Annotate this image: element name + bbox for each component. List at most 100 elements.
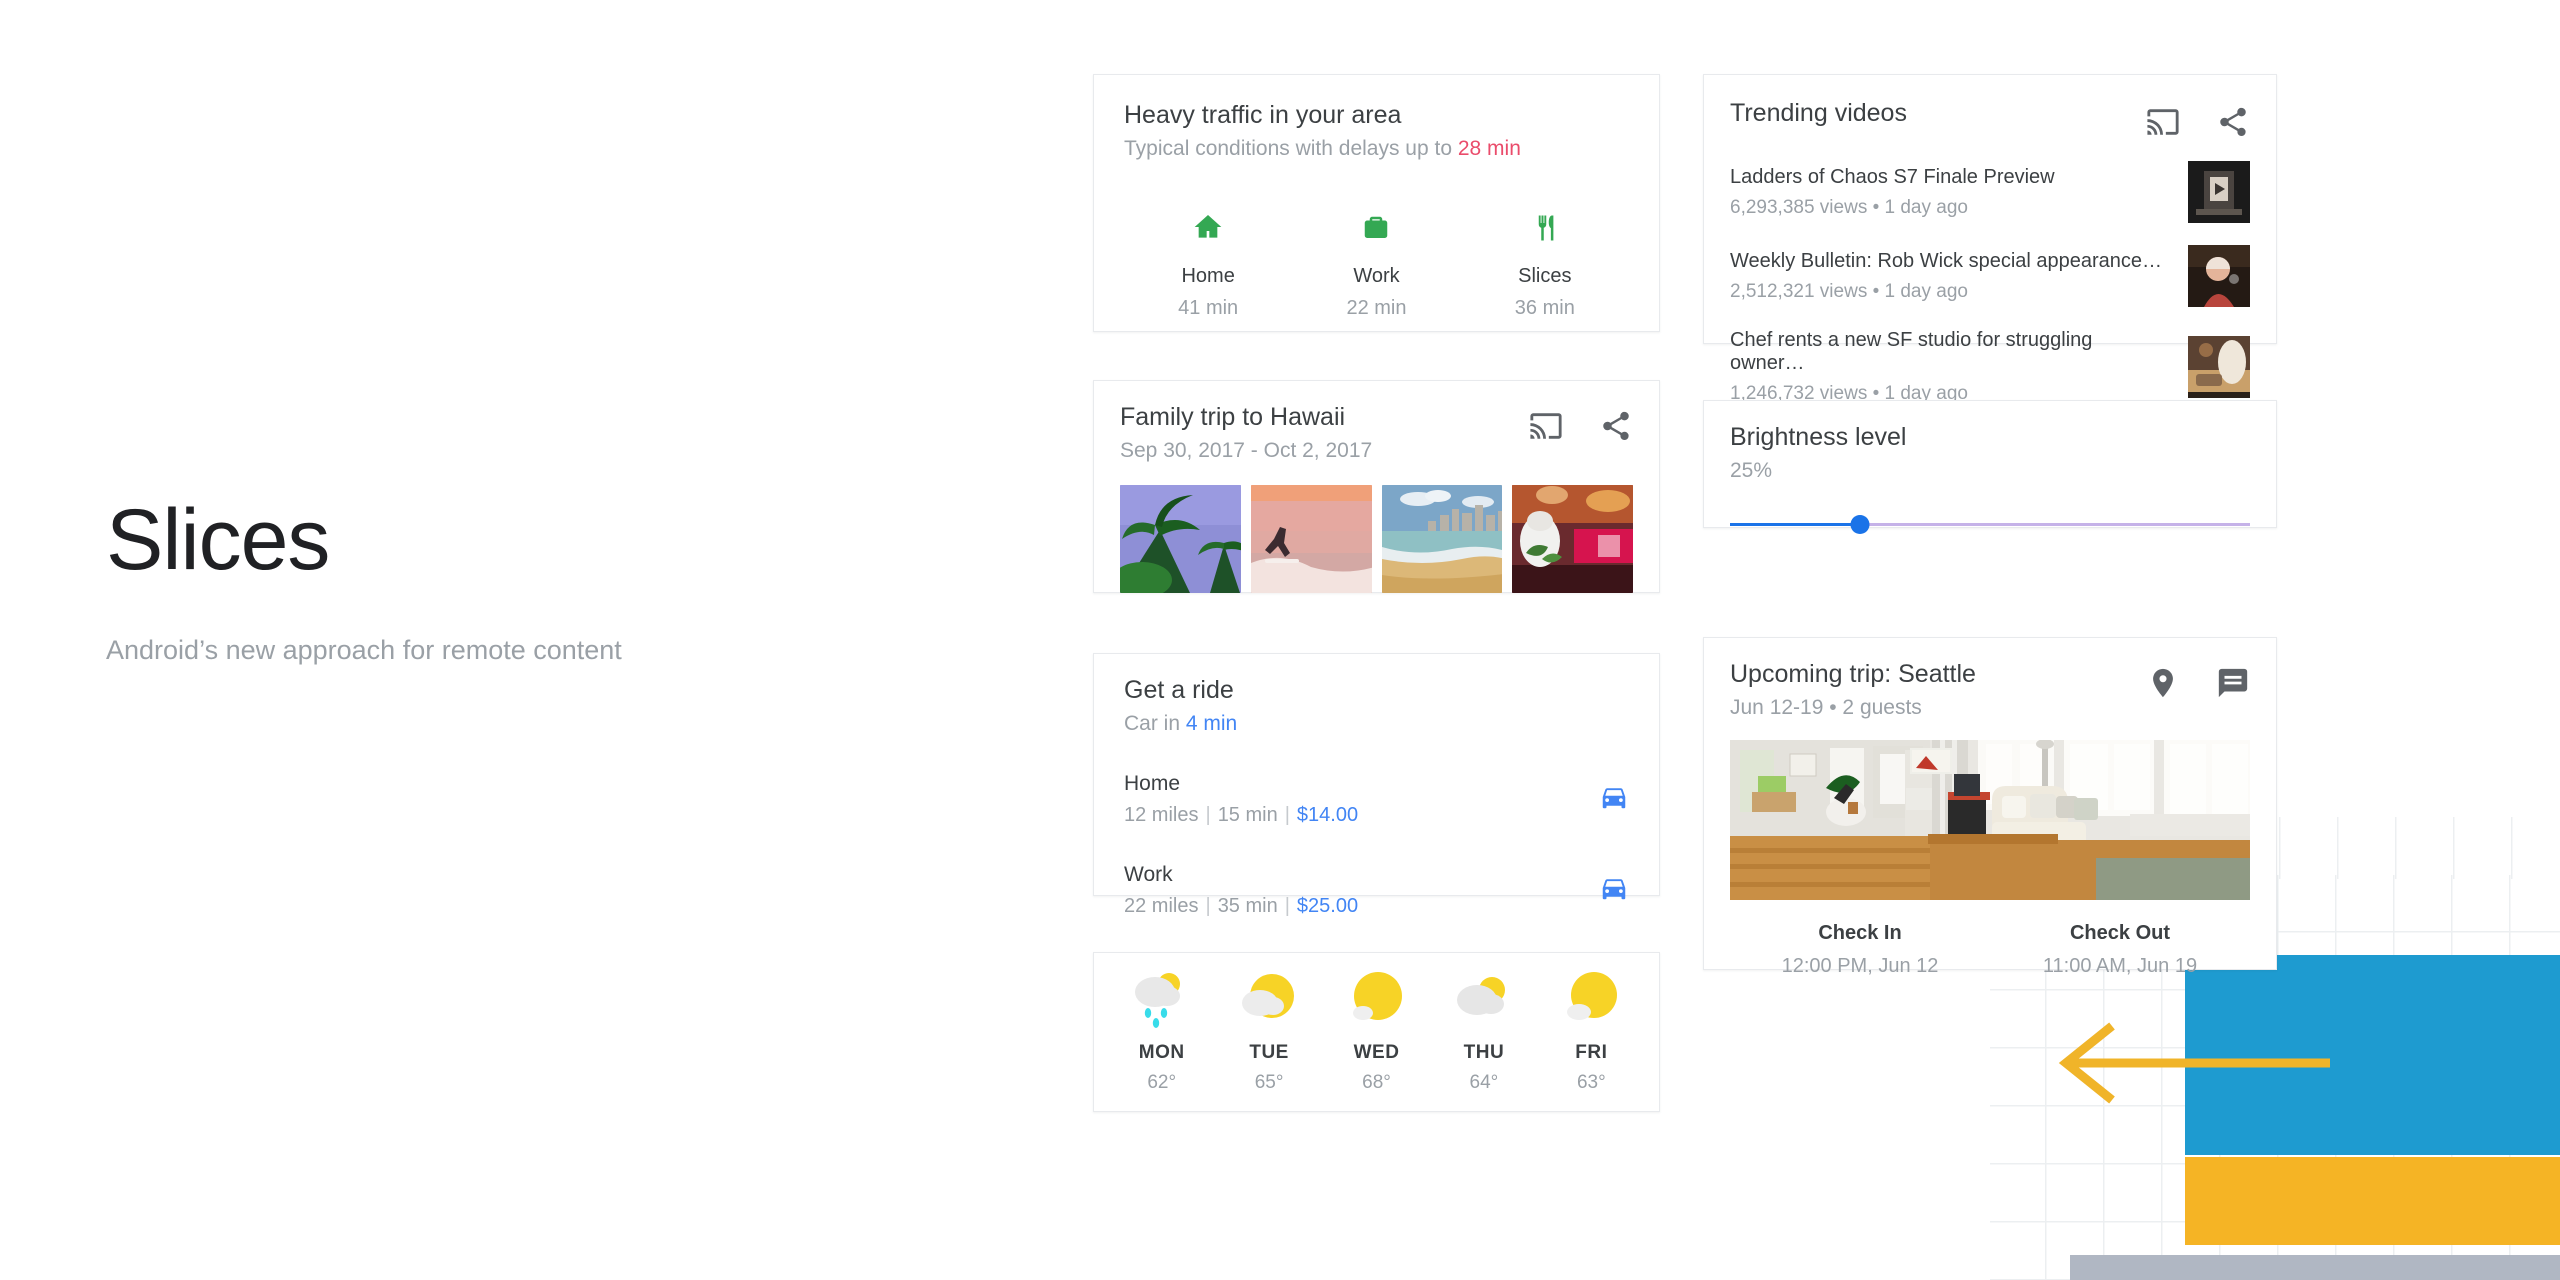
weather-forecast-row: MON 62° TUE 65° WED 68° bbox=[1094, 953, 1659, 1111]
destination-time: 41 min bbox=[1124, 297, 1292, 320]
video-title: Ladders of Chaos S7 Finale Preview bbox=[1730, 166, 2172, 189]
surfer-sunset-photo[interactable] bbox=[1251, 485, 1372, 593]
sun-cloud-icon bbox=[1538, 970, 1645, 1032]
traffic-subtitle-text: Typical conditions with delays up to bbox=[1124, 137, 1458, 160]
weather-day-fri[interactable]: FRI 63° bbox=[1538, 970, 1645, 1094]
yellow-rectangle bbox=[2185, 1157, 2560, 1245]
car-icon[interactable] bbox=[1599, 873, 1629, 908]
divider: | bbox=[1278, 804, 1297, 826]
ride-row-home[interactable]: Home 12 miles|15 min|$14.00 bbox=[1124, 772, 1629, 827]
video-list-item[interactable]: Ladders of Chaos S7 Finale Preview 6,293… bbox=[1730, 161, 2250, 223]
weather-temp: 68° bbox=[1323, 1072, 1430, 1094]
traffic-card-subtitle: Typical conditions with delays up to 28 … bbox=[1124, 137, 1629, 161]
message-icon[interactable] bbox=[2216, 666, 2250, 700]
video-thumbnail[interactable] bbox=[2188, 161, 2250, 223]
cloud-sun-icon bbox=[1430, 970, 1537, 1032]
weather-day-label: MON bbox=[1108, 1042, 1215, 1064]
weather-temp: 63° bbox=[1538, 1072, 1645, 1094]
video-thumbnail[interactable] bbox=[2188, 245, 2250, 307]
ride-eta-value: 4 min bbox=[1186, 712, 1237, 735]
weather-day-wed[interactable]: WED 68° bbox=[1323, 970, 1430, 1094]
page-title: Slices bbox=[106, 497, 622, 583]
weather-day-thu[interactable]: THU 64° bbox=[1430, 970, 1537, 1094]
ride-row-work[interactable]: Work 22 miles|35 min|$25.00 bbox=[1124, 863, 1629, 918]
traffic-card[interactable]: Heavy traffic in your area Typical condi… bbox=[1093, 74, 1660, 332]
ride-row-text: Home 12 miles|15 min|$14.00 bbox=[1124, 772, 1358, 827]
cast-icon[interactable] bbox=[1529, 409, 1563, 443]
check-out-label: Check Out bbox=[1990, 922, 2250, 945]
check-in-value: 12:00 PM, Jun 12 bbox=[1730, 955, 1990, 978]
seattle-card-actions bbox=[2146, 660, 2250, 700]
briefcase-icon bbox=[1292, 201, 1460, 243]
cast-icon[interactable] bbox=[2146, 105, 2180, 139]
slider-thumb[interactable] bbox=[1851, 515, 1870, 534]
hero-block: Slices Android’s new approach for remote… bbox=[106, 497, 622, 666]
hawaii-photo-strip bbox=[1120, 485, 1633, 593]
hawaii-card-dates: Sep 30, 2017 - Oct 2, 2017 bbox=[1120, 439, 1372, 463]
share-icon[interactable] bbox=[2216, 105, 2250, 139]
videos-card-title: Trending videos bbox=[1730, 99, 1907, 128]
weather-temp: 65° bbox=[1215, 1072, 1322, 1094]
weather-day-mon[interactable]: MON 62° bbox=[1108, 970, 1215, 1094]
video-meta: 6,293,385 views • 1 day ago bbox=[1730, 197, 2172, 219]
divider: | bbox=[1278, 895, 1297, 917]
video-title: Chef rents a new SF studio for strugglin… bbox=[1730, 329, 2172, 375]
hawaii-card-actions bbox=[1529, 403, 1633, 443]
check-out-value: 11:00 AM, Jun 19 bbox=[1990, 955, 2250, 978]
brightness-card[interactable]: Brightness level 25% bbox=[1703, 400, 2277, 528]
hawaii-card-title: Family trip to Hawaii bbox=[1120, 403, 1372, 432]
beach-skyline-photo[interactable] bbox=[1382, 485, 1503, 593]
weather-day-label: WED bbox=[1323, 1042, 1430, 1064]
seattle-card-subtitle: Jun 12-19 • 2 guests bbox=[1730, 696, 1976, 720]
seattle-checkin-row: Check In 12:00 PM, Jun 12 Check Out 11:0… bbox=[1730, 922, 2250, 978]
video-thumbnail[interactable] bbox=[2188, 336, 2250, 398]
restaurant-icon bbox=[1461, 201, 1629, 243]
brightness-slider[interactable] bbox=[1730, 515, 2250, 533]
video-list-item[interactable]: Chef rents a new SF studio for strugglin… bbox=[1730, 329, 2250, 405]
hawaii-trip-card[interactable]: Family trip to Hawaii Sep 30, 2017 - Oct… bbox=[1093, 380, 1660, 593]
weather-card[interactable]: MON 62° TUE 65° WED 68° bbox=[1093, 952, 1660, 1112]
page-subtitle: Android’s new approach for remote conten… bbox=[106, 635, 622, 666]
video-title: Weekly Bulletin: Rob Wick special appear… bbox=[1730, 250, 2172, 273]
destination-time: 36 min bbox=[1461, 297, 1629, 320]
ride-subtitle-text: Car in bbox=[1124, 712, 1186, 735]
video-list-item[interactable]: Weekly Bulletin: Rob Wick special appear… bbox=[1730, 245, 2250, 307]
ride-card-title: Get a ride bbox=[1124, 676, 1629, 705]
ride-card-subtitle: Car in 4 min bbox=[1124, 712, 1629, 736]
check-in-block: Check In 12:00 PM, Jun 12 bbox=[1730, 922, 1990, 978]
left-arrow-icon bbox=[2050, 1018, 2330, 1108]
traffic-destination-work[interactable]: Work 22 min bbox=[1292, 201, 1460, 320]
check-in-label: Check In bbox=[1730, 922, 1990, 945]
cocktail-bar-photo[interactable] bbox=[1512, 485, 1633, 593]
seattle-card-titles: Upcoming trip: Seattle Jun 12-19 • 2 gue… bbox=[1730, 660, 1976, 720]
videos-card-header: Trending videos bbox=[1730, 99, 2250, 139]
home-icon bbox=[1124, 201, 1292, 243]
ride-distance: 12 miles bbox=[1124, 804, 1198, 826]
destination-label: Slices bbox=[1461, 265, 1629, 288]
video-text: Chef rents a new SF studio for strugglin… bbox=[1730, 329, 2188, 405]
traffic-delay-value: 28 min bbox=[1458, 137, 1521, 160]
ride-distance: 22 miles bbox=[1124, 895, 1198, 917]
ride-duration: 15 min bbox=[1218, 804, 1278, 826]
hawaii-card-titles: Family trip to Hawaii Sep 30, 2017 - Oct… bbox=[1120, 403, 1372, 463]
traffic-card-title: Heavy traffic in your area bbox=[1124, 101, 1629, 130]
sunny-icon bbox=[1323, 970, 1430, 1032]
weather-day-label: FRI bbox=[1538, 1042, 1645, 1064]
trending-videos-card[interactable]: Trending videos Ladders of Chaos S7 Fina… bbox=[1703, 74, 2277, 344]
share-icon[interactable] bbox=[1599, 409, 1633, 443]
car-icon[interactable] bbox=[1599, 782, 1629, 817]
traffic-destination-home[interactable]: Home 41 min bbox=[1124, 201, 1292, 320]
location-pin-icon[interactable] bbox=[2146, 666, 2180, 700]
video-meta: 2,512,321 views • 1 day ago bbox=[1730, 281, 2172, 303]
get-a-ride-card[interactable]: Get a ride Car in 4 min Home 12 miles|15… bbox=[1093, 653, 1660, 896]
living-room-photo[interactable] bbox=[1730, 740, 2250, 900]
ride-row-text: Work 22 miles|35 min|$25.00 bbox=[1124, 863, 1358, 918]
palm-trees-photo[interactable] bbox=[1120, 485, 1241, 593]
ride-details: 12 miles|15 min|$14.00 bbox=[1124, 804, 1358, 827]
traffic-destination-slices[interactable]: Slices 36 min bbox=[1461, 201, 1629, 320]
sun-cloud-icon bbox=[1215, 970, 1322, 1032]
upcoming-trip-card[interactable]: Upcoming trip: Seattle Jun 12-19 • 2 gue… bbox=[1703, 637, 2277, 970]
seattle-card-title: Upcoming trip: Seattle bbox=[1730, 660, 1976, 689]
ride-duration: 35 min bbox=[1218, 895, 1278, 917]
weather-day-tue[interactable]: TUE 65° bbox=[1215, 970, 1322, 1094]
